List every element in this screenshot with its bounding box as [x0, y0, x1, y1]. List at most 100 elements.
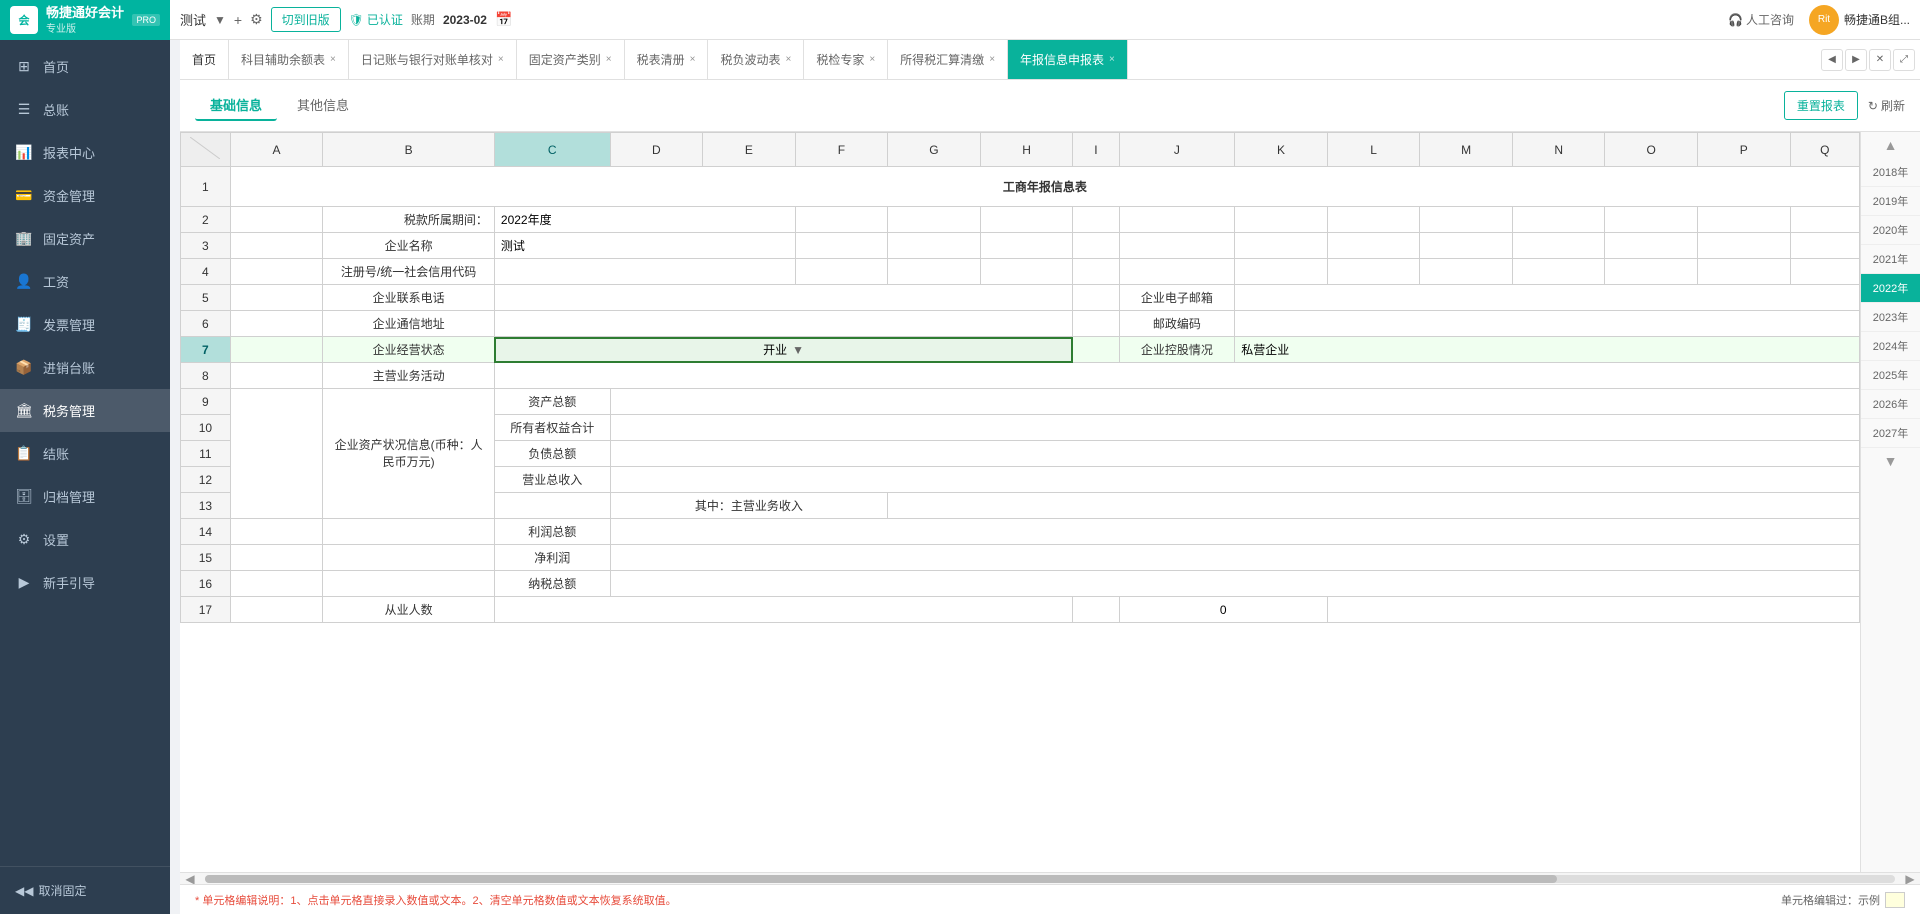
- cell-4c[interactable]: [494, 259, 795, 285]
- sub-tab-basic[interactable]: 基础信息: [195, 90, 277, 121]
- year-2025年[interactable]: 2025年: [1861, 361, 1920, 390]
- calendar-icon[interactable]: 📅: [495, 11, 512, 28]
- workspace-dropdown-icon[interactable]: ▼: [214, 13, 226, 27]
- cell-6k[interactable]: [1235, 311, 1860, 337]
- sidebar-item-inventory[interactable]: 📦进销台账: [0, 346, 170, 389]
- settings-icon[interactable]: ⚙: [250, 11, 263, 28]
- tab-expand-button[interactable]: ⤢: [1893, 49, 1915, 71]
- reset-report-button[interactable]: 重置报表: [1784, 91, 1858, 120]
- sidebar-item-funds[interactable]: 💳资金管理: [0, 174, 170, 217]
- dropdown-arrow-icon[interactable]: ▼: [792, 343, 804, 357]
- tab-next-button[interactable]: ▶: [1845, 49, 1867, 71]
- year-scroll-up[interactable]: ▲: [1861, 132, 1920, 158]
- cell-4p: [1697, 259, 1790, 285]
- cell-14d[interactable]: [610, 519, 1859, 545]
- support-button[interactable]: 🎧 人工咨询: [1728, 11, 1794, 28]
- sidebar-item-invoice[interactable]: 🧾发票管理: [0, 303, 170, 346]
- tab-fixed-close[interactable]: ×: [606, 54, 612, 65]
- sidebar-item-guide[interactable]: ▶新手引导: [0, 561, 170, 604]
- tab-tax-expert[interactable]: 税检专家×: [804, 40, 888, 80]
- cell-6c[interactable]: [494, 311, 1072, 337]
- year-2024年[interactable]: 2024年: [1861, 332, 1920, 361]
- pin-button[interactable]: ◀◀ 取消固定: [10, 877, 160, 904]
- year-2020年[interactable]: 2020年: [1861, 216, 1920, 245]
- inventory-nav-label: 进销台账: [43, 358, 95, 377]
- period-value: 2023-02: [443, 13, 487, 27]
- tab-income-tax[interactable]: 所得税汇算清缴×: [888, 40, 1008, 80]
- cell-13g[interactable]: [888, 493, 1860, 519]
- cell-3l: [1327, 233, 1420, 259]
- tab-tax-form-close[interactable]: ×: [690, 54, 696, 65]
- sidebar-item-ledger[interactable]: ☰总账: [0, 88, 170, 131]
- cell-16d[interactable]: [610, 571, 1859, 597]
- tab-fixed[interactable]: 固定资产类别×: [517, 40, 625, 80]
- year-2023年[interactable]: 2023年: [1861, 303, 1920, 332]
- row-9-header: 9: [181, 389, 231, 415]
- cell-7k[interactable]: 私营企业: [1235, 337, 1860, 363]
- tab-bank-close[interactable]: ×: [498, 54, 504, 65]
- tab-annual-report-close[interactable]: ×: [1109, 54, 1115, 65]
- tab-annual-report[interactable]: 年报信息申报表×: [1008, 40, 1128, 80]
- add-workspace-icon[interactable]: +: [234, 12, 242, 28]
- cell-3c[interactable]: 测试: [494, 233, 795, 259]
- cell-17c[interactable]: [494, 597, 1072, 623]
- sidebar-item-tax[interactable]: 🏛税务管理: [0, 389, 170, 432]
- cell-5k[interactable]: [1235, 285, 1860, 311]
- year-2027年[interactable]: 2027年: [1861, 419, 1920, 448]
- tab-tax-wave-close[interactable]: ×: [785, 54, 791, 65]
- cell-7c-status[interactable]: 开业 ▼: [494, 337, 1072, 363]
- year-2018年[interactable]: 2018年: [1861, 158, 1920, 187]
- cell-11d[interactable]: [610, 441, 1859, 467]
- cell-12d[interactable]: [610, 467, 1859, 493]
- sidebar-item-settings[interactable]: ⚙设置: [0, 518, 170, 561]
- user-area[interactable]: Rit 畅捷通B组...: [1809, 5, 1910, 35]
- sidebar-item-payroll[interactable]: 👤工资: [0, 260, 170, 303]
- sidebar-item-reports[interactable]: 📊报表中心: [0, 131, 170, 174]
- sub-tab-other[interactable]: 其他信息: [282, 90, 364, 121]
- tab-tax-form[interactable]: 税表清册×: [625, 40, 709, 80]
- cell-2c[interactable]: 2022年度: [494, 207, 795, 233]
- cell-17j[interactable]: 0: [1119, 597, 1327, 623]
- tab-auxiliary[interactable]: 科目辅助余额表×: [229, 40, 349, 80]
- refresh-button[interactable]: ↻ 刷新: [1868, 97, 1905, 114]
- year-2022年[interactable]: 2022年: [1861, 274, 1920, 303]
- tab-close-all-button[interactable]: ✕: [1869, 49, 1891, 71]
- sidebar-item-fixed-assets[interactable]: 🏢固定资产: [0, 217, 170, 260]
- cell-8c[interactable]: [494, 363, 1859, 389]
- cell-9d[interactable]: [610, 389, 1859, 415]
- tab-tax-expert-close[interactable]: ×: [869, 54, 875, 65]
- old-version-button[interactable]: 切到旧版: [271, 7, 341, 32]
- tab-prev-button[interactable]: ◀: [1821, 49, 1843, 71]
- certified-badge: 🛡 已认证: [349, 11, 403, 28]
- cell-2g: [888, 207, 981, 233]
- status-select[interactable]: 开业 ▼: [501, 341, 1066, 358]
- cell-5c[interactable]: [494, 285, 1072, 311]
- sidebar-item-close[interactable]: 📋结账: [0, 432, 170, 475]
- row-15-header: 15: [181, 545, 231, 571]
- cell-4h: [980, 259, 1073, 285]
- year-2026年[interactable]: 2026年: [1861, 390, 1920, 419]
- scrollbar-thumb[interactable]: [205, 875, 1557, 883]
- cell-4a: [230, 259, 323, 285]
- year-2021年[interactable]: 2021年: [1861, 245, 1920, 274]
- cell-17l[interactable]: [1327, 597, 1859, 623]
- tab-bank[interactable]: 日记账与银行对账单核对×: [349, 40, 517, 80]
- tab-tax-wave[interactable]: 税负波动表×: [708, 40, 804, 80]
- tab-nav-buttons: ◀ ▶ ✕ ⤢: [1821, 49, 1920, 71]
- title-cell[interactable]: 工商年报信息表: [230, 167, 1859, 207]
- tab-income-tax-close[interactable]: ×: [989, 54, 995, 65]
- cell-15d[interactable]: [610, 545, 1859, 571]
- h-scrollbar[interactable]: ◀ ▶: [180, 872, 1920, 884]
- cell-6b: 企业通信地址: [323, 311, 495, 337]
- cell-10d[interactable]: [610, 415, 1859, 441]
- sidebar-item-archive[interactable]: 🗄归档管理: [0, 475, 170, 518]
- scrollbar-track[interactable]: [205, 875, 1895, 883]
- year-2019年[interactable]: 2019年: [1861, 187, 1920, 216]
- year-scroll-down[interactable]: ▼: [1861, 448, 1920, 474]
- cell-3j: [1119, 233, 1235, 259]
- sidebar-footer: ◀◀ 取消固定: [0, 866, 170, 914]
- sidebar-item-home[interactable]: ⊞首页: [0, 45, 170, 88]
- col-I: I: [1073, 133, 1119, 167]
- tab-home[interactable]: 首页: [180, 40, 229, 80]
- tab-auxiliary-close[interactable]: ×: [330, 54, 336, 65]
